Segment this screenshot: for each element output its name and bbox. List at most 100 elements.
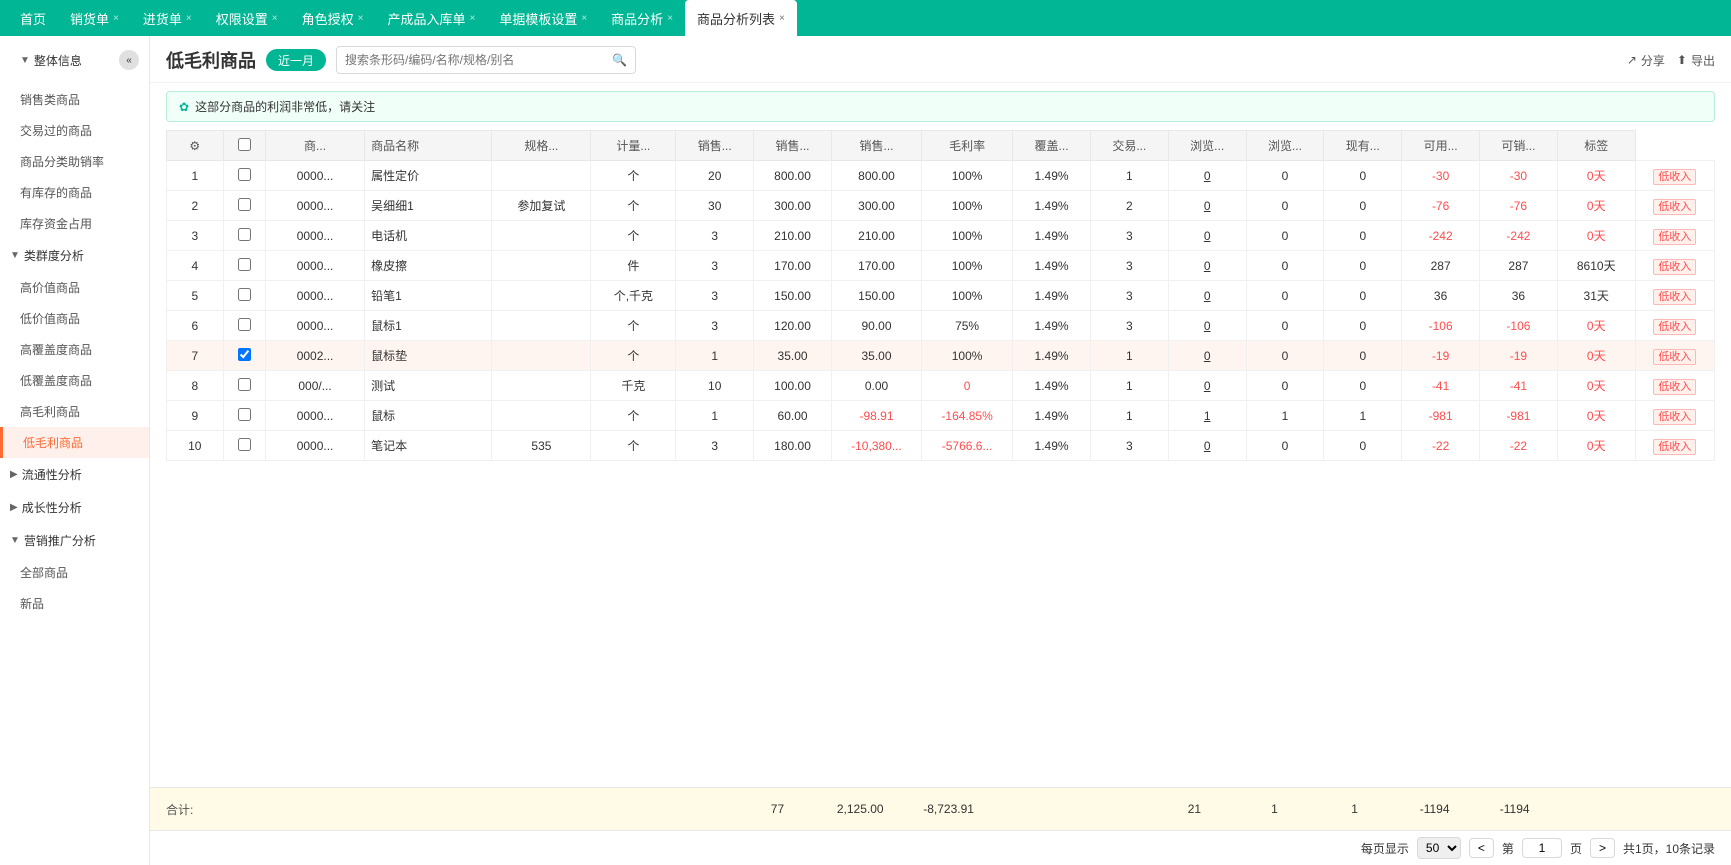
th-trade[interactable]: 交易...: [1090, 131, 1168, 161]
row-checkbox[interactable]: [238, 168, 251, 181]
row-trade[interactable]: 0: [1168, 161, 1246, 191]
th-code[interactable]: 商...: [266, 131, 365, 161]
sidebar-item-low-value[interactable]: 低价值商品: [0, 303, 149, 334]
sidebar-item-low-margin[interactable]: 低毛利商品: [0, 427, 149, 458]
tag-badge: 低收入: [1653, 439, 1696, 455]
nav-permission[interactable]: 权限设置 ×: [204, 0, 290, 36]
table-row: 10 0000... 笔记本 535 个 3 180.00 -10,380...…: [167, 431, 1715, 461]
row-tag: 低收入: [1635, 341, 1714, 371]
sidebar-group-growth[interactable]: ▶ 成长性分析: [0, 491, 149, 524]
filter-period-button[interactable]: 近一月: [266, 49, 326, 71]
sidebar-item-traded-products[interactable]: 交易过的商品: [0, 115, 149, 146]
th-tag[interactable]: 标签: [1557, 131, 1635, 161]
close-icon[interactable]: ×: [186, 13, 192, 24]
row-checkbox[interactable]: [238, 318, 251, 331]
th-sale2[interactable]: 销售...: [754, 131, 832, 161]
nav-sales-order[interactable]: 销货单 ×: [58, 0, 131, 36]
sidebar-item-high-value[interactable]: 高价值商品: [0, 272, 149, 303]
row-check[interactable]: [223, 251, 265, 281]
th-browse1[interactable]: 浏览...: [1168, 131, 1246, 161]
row-check[interactable]: [223, 371, 265, 401]
row-num: 6: [167, 311, 224, 341]
sidebar-item-all-products[interactable]: 全部商品: [0, 557, 149, 588]
row-checkbox[interactable]: [238, 438, 251, 451]
row-trade[interactable]: 0: [1168, 311, 1246, 341]
close-icon[interactable]: ×: [113, 13, 119, 24]
sidebar-item-stock-products[interactable]: 有库存的商品: [0, 177, 149, 208]
prev-page-button[interactable]: <: [1469, 838, 1494, 858]
tag-badge: 低收入: [1653, 319, 1696, 335]
nav-product-analysis-list[interactable]: 商品分析列表 ×: [685, 0, 797, 36]
sidebar-item-category-rate[interactable]: 商品分类助销率: [0, 146, 149, 177]
row-check[interactable]: [223, 191, 265, 221]
row-checkbox[interactable]: [238, 258, 251, 271]
row-check[interactable]: [223, 341, 265, 371]
row-check[interactable]: [223, 281, 265, 311]
row-check[interactable]: [223, 431, 265, 461]
page-size-select[interactable]: 50: [1417, 837, 1461, 859]
th-name[interactable]: 商品名称: [365, 131, 492, 161]
row-checkbox[interactable]: [238, 348, 251, 361]
sidebar-group-overall[interactable]: ▼ 整体信息: [10, 44, 119, 77]
search-input[interactable]: [345, 53, 612, 67]
row-check[interactable]: [223, 221, 265, 251]
page-number-input[interactable]: [1522, 838, 1562, 858]
settings-icon[interactable]: ⚙: [189, 139, 200, 153]
row-check[interactable]: [223, 401, 265, 431]
th-spec[interactable]: 规格...: [492, 131, 591, 161]
row-check[interactable]: [223, 161, 265, 191]
sidebar-group-marketing[interactable]: ▼ 营销推广分析: [0, 524, 149, 557]
nav-template-settings[interactable]: 单据模板设置 ×: [487, 0, 599, 36]
row-trade[interactable]: 0: [1168, 251, 1246, 281]
row-checkbox[interactable]: [238, 288, 251, 301]
close-icon[interactable]: ×: [272, 13, 278, 24]
next-page-button[interactable]: >: [1590, 838, 1615, 858]
nav-product-analysis[interactable]: 商品分析 ×: [599, 0, 685, 36]
row-trade[interactable]: 0: [1168, 221, 1246, 251]
th-browse2[interactable]: 浏览...: [1246, 131, 1324, 161]
row-checkbox[interactable]: [238, 378, 251, 391]
nav-home[interactable]: 首页: [8, 0, 58, 36]
row-trade[interactable]: 1: [1168, 401, 1246, 431]
sidebar-item-new-products[interactable]: 新品: [0, 588, 149, 619]
row-checkbox[interactable]: [238, 228, 251, 241]
th-unit[interactable]: 计量...: [591, 131, 676, 161]
row-checkbox[interactable]: [238, 408, 251, 421]
close-icon[interactable]: ×: [581, 13, 587, 24]
th-sale1[interactable]: 销售...: [676, 131, 754, 161]
sidebar-group-liquidity[interactable]: ▶ 流通性分析: [0, 458, 149, 491]
th-avail[interactable]: 可用...: [1402, 131, 1480, 161]
search-icon[interactable]: 🔍: [612, 53, 627, 67]
nav-purchase-order[interactable]: 进货单 ×: [131, 0, 204, 36]
sidebar-group-cluster[interactable]: ▼ 类群度分析: [0, 239, 149, 272]
close-icon[interactable]: ×: [779, 13, 785, 24]
sidebar-item-high-margin[interactable]: 高毛利商品: [0, 396, 149, 427]
sidebar-item-stock-capital[interactable]: 库存资金占用: [0, 208, 149, 239]
row-check[interactable]: [223, 311, 265, 341]
th-gross[interactable]: 毛利率: [922, 131, 1013, 161]
th-current[interactable]: 现有...: [1324, 131, 1402, 161]
close-icon[interactable]: ×: [667, 13, 673, 24]
row-trade[interactable]: 0: [1168, 281, 1246, 311]
close-icon[interactable]: ×: [469, 13, 475, 24]
export-button[interactable]: ⬆ 导出: [1677, 52, 1715, 69]
sidebar-item-sales-products[interactable]: 销售类商品: [0, 84, 149, 115]
row-sale2: 170.00: [754, 251, 832, 281]
close-icon[interactable]: ×: [358, 13, 364, 24]
sidebar-collapse-button[interactable]: «: [119, 50, 139, 70]
nav-product-inbound[interactable]: 产成品入库单 ×: [375, 0, 487, 36]
share-button[interactable]: ↗ 分享: [1627, 52, 1665, 69]
row-trade[interactable]: 0: [1168, 431, 1246, 461]
th-sellable[interactable]: 可销...: [1480, 131, 1558, 161]
sidebar-item-high-coverage[interactable]: 高覆盖度商品: [0, 334, 149, 365]
row-name: 测试: [365, 371, 492, 401]
select-all-checkbox[interactable]: [238, 138, 251, 151]
row-trade[interactable]: 0: [1168, 341, 1246, 371]
nav-role-auth[interactable]: 角色授权 ×: [290, 0, 376, 36]
th-sale3[interactable]: 销售...: [831, 131, 921, 161]
sidebar-item-low-coverage[interactable]: 低覆盖度商品: [0, 365, 149, 396]
row-trade[interactable]: 0: [1168, 191, 1246, 221]
th-cover[interactable]: 覆盖...: [1013, 131, 1091, 161]
row-checkbox[interactable]: [238, 198, 251, 211]
row-trade[interactable]: 0: [1168, 371, 1246, 401]
